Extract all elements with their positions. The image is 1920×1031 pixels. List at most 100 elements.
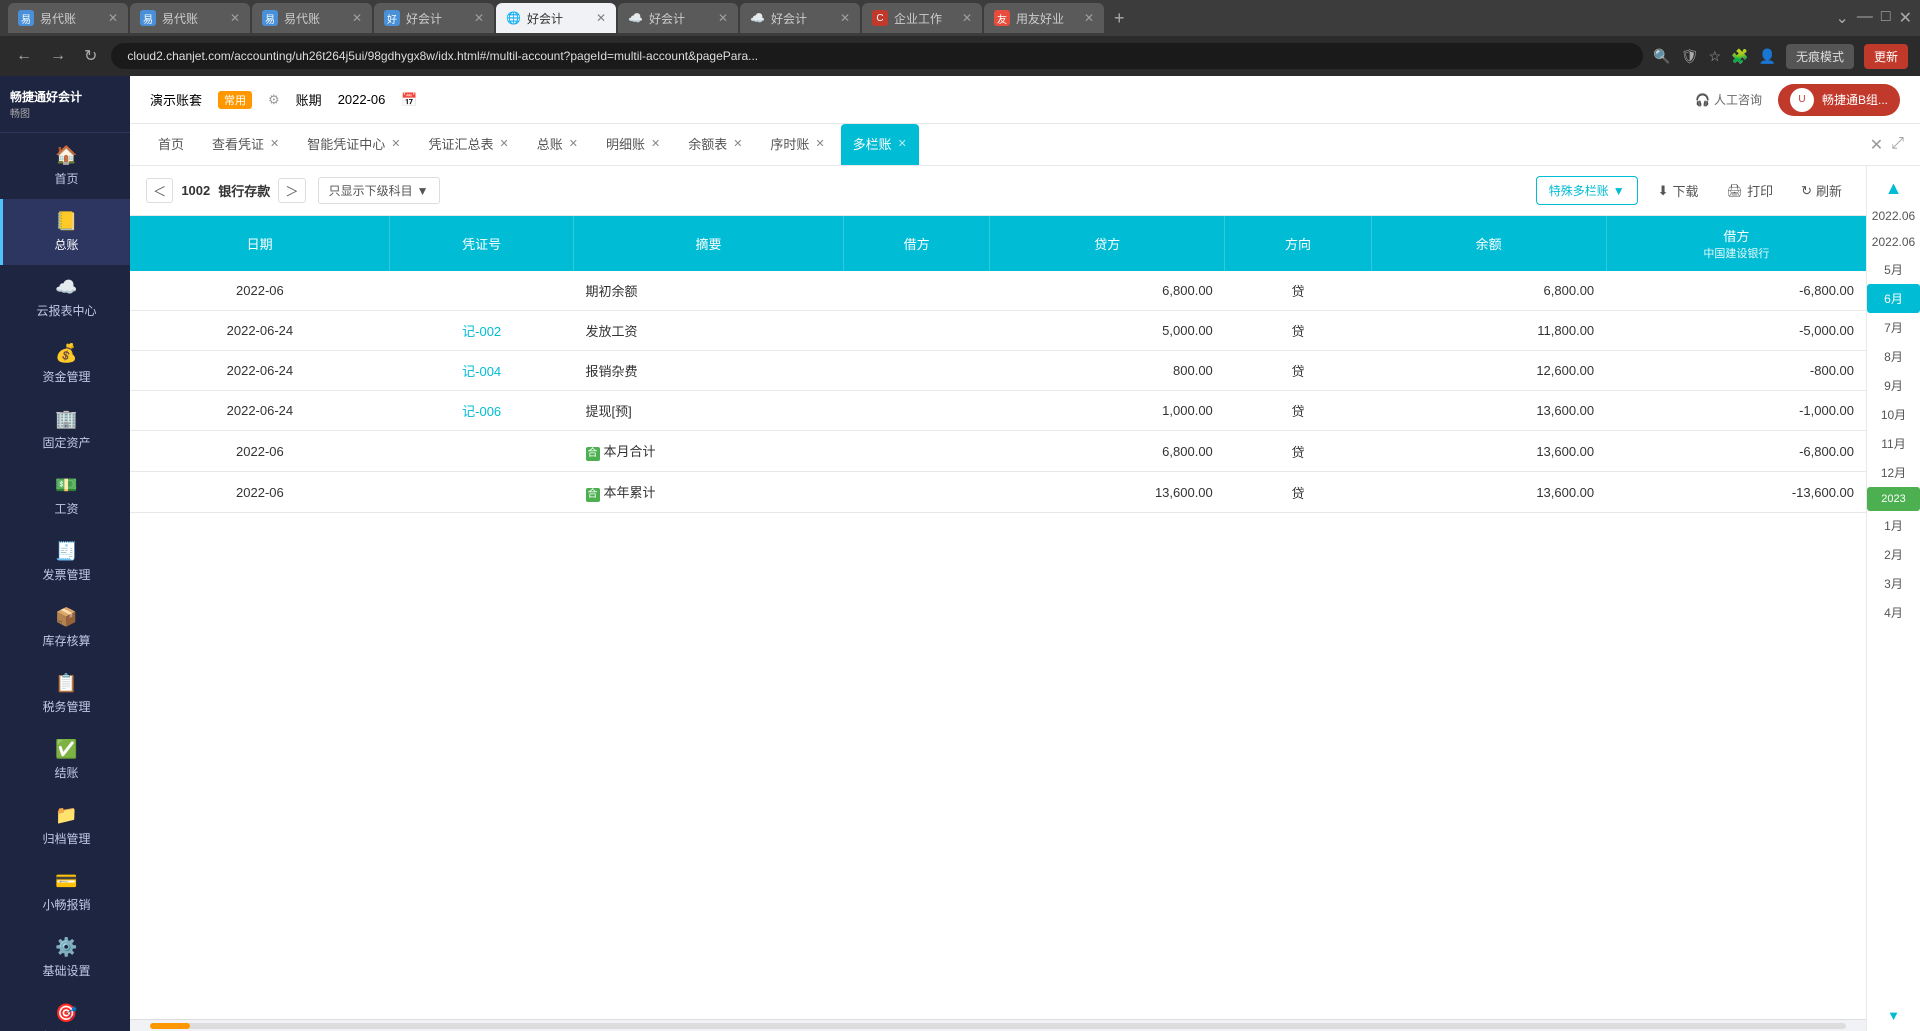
user-info[interactable]: U 畅捷通B组... bbox=[1778, 84, 1900, 116]
sidebar-item-salary[interactable]: 💵 工资 bbox=[0, 463, 130, 529]
address-input[interactable] bbox=[111, 43, 1643, 69]
tab-add-button[interactable]: + bbox=[1106, 8, 1133, 29]
timeline-month-7[interactable]: 7月 bbox=[1867, 313, 1920, 342]
timeline-item-2022-06-2[interactable]: 2022.06 bbox=[1867, 229, 1920, 255]
tab-balance-sheet-close[interactable]: ✕ bbox=[733, 137, 742, 150]
search-icon[interactable]: 🔍 bbox=[1653, 48, 1670, 65]
horizontal-scrollbar[interactable] bbox=[150, 1023, 1846, 1029]
download-button[interactable]: ⬇ 下载 bbox=[1650, 176, 1707, 205]
sidebar-item-home[interactable]: 🏠 首页 bbox=[0, 133, 130, 199]
tab-yidaizhang-1[interactable]: 易 易代账 ✕ bbox=[8, 3, 128, 33]
refresh-button[interactable]: ↻ bbox=[80, 42, 101, 70]
tab-haokuaiji-1[interactable]: 好 好会计 ✕ bbox=[374, 3, 494, 33]
tab-detail-ledger-close[interactable]: ✕ bbox=[651, 137, 660, 150]
timeline-month-10[interactable]: 10月 bbox=[1867, 400, 1920, 429]
timeline-month-2023-4[interactable]: 4月 bbox=[1867, 598, 1920, 627]
timeline-month-2023-2[interactable]: 2月 bbox=[1867, 540, 1920, 569]
prev-account-button[interactable]: ＜ bbox=[146, 178, 173, 203]
extensions-icon[interactable]: 🧩 bbox=[1731, 48, 1748, 65]
tab-voucher-summary[interactable]: 凭证汇总表 ✕ bbox=[416, 124, 520, 165]
tab-balance-sheet[interactable]: 余额表 ✕ bbox=[676, 124, 754, 165]
sidebar-item-fund[interactable]: 💰 资金管理 bbox=[0, 331, 130, 397]
maximize-icon[interactable]: □ bbox=[1881, 8, 1891, 28]
print-button[interactable]: 🖨 打印 bbox=[1719, 176, 1782, 205]
shield-icon[interactable]: 🛡 bbox=[1681, 48, 1699, 65]
tab-general-ledger-close[interactable]: ✕ bbox=[569, 137, 578, 150]
tab-close-7[interactable]: ✕ bbox=[840, 11, 850, 25]
close-tab-icon[interactable]: ✕ bbox=[1870, 135, 1883, 155]
sidebar-item-ledger[interactable]: 📒 总账 bbox=[0, 199, 130, 265]
tab-smart-voucher-close[interactable]: ✕ bbox=[391, 137, 400, 150]
tab-close-3[interactable]: ✕ bbox=[352, 11, 362, 25]
sidebar-item-cloud-report[interactable]: ☁️ 云报表中心 bbox=[0, 265, 130, 331]
expand-tab-icon[interactable]: ⤢ bbox=[1891, 135, 1904, 155]
timeline-month-6[interactable]: 6月 bbox=[1867, 284, 1920, 313]
forward-button[interactable]: → bbox=[46, 43, 70, 69]
consult-button[interactable]: 🎧 人工咨询 bbox=[1695, 91, 1762, 108]
show-sub-button[interactable]: 只显示下级科目 ▼ bbox=[318, 177, 440, 204]
timeline-month-2023-1[interactable]: 1月 bbox=[1867, 511, 1920, 540]
tab-haokuaiji-2[interactable]: 🌐 好会计 ✕ bbox=[496, 3, 616, 33]
tab-list-icon[interactable]: ⌄ bbox=[1836, 8, 1849, 28]
tab-close-4[interactable]: ✕ bbox=[474, 11, 484, 25]
tab-enterprise[interactable]: C 企业工作 ✕ bbox=[862, 3, 982, 33]
tab-close-2[interactable]: ✕ bbox=[230, 11, 240, 25]
tab-general-ledger[interactable]: 总账 ✕ bbox=[525, 124, 590, 165]
sidebar-item-guide[interactable]: 🎯 新手引导 bbox=[0, 991, 130, 1031]
timeline-scroll-up[interactable]: ▲ bbox=[1881, 174, 1907, 203]
refresh-ledger-button[interactable]: ↻ 刷新 bbox=[1793, 176, 1850, 205]
timeline-month-8[interactable]: 8月 bbox=[1867, 342, 1920, 371]
tab-haokuaiji-4[interactable]: ☁️ 好会计 ✕ bbox=[740, 3, 860, 33]
timeline-month-9[interactable]: 9月 bbox=[1867, 371, 1920, 400]
tab-close-5[interactable]: ✕ bbox=[596, 11, 606, 25]
tab-smart-voucher[interactable]: 智能凭证中心 ✕ bbox=[295, 124, 412, 165]
star-icon[interactable]: ☆ bbox=[1709, 48, 1722, 65]
back-button[interactable]: ← bbox=[12, 43, 36, 69]
timeline-month-11[interactable]: 11月 bbox=[1867, 429, 1920, 458]
tab-voucher-summary-close[interactable]: ✕ bbox=[500, 137, 509, 150]
tab-close-1[interactable]: ✕ bbox=[108, 11, 118, 25]
tab-multi-col-close[interactable]: ✕ bbox=[898, 137, 907, 150]
minimize-icon[interactable]: — bbox=[1857, 8, 1873, 28]
tab-multi-col[interactable]: 多栏账 ✕ bbox=[841, 124, 919, 165]
sidebar-item-settings[interactable]: ⚙️ 基础设置 bbox=[0, 925, 130, 991]
wuhen-button[interactable]: 无痕模式 bbox=[1786, 44, 1854, 69]
tab-yonyou[interactable]: 友 用友好业 ✕ bbox=[984, 3, 1104, 33]
calendar-icon[interactable]: 📅 bbox=[401, 92, 417, 108]
multi-col-button[interactable]: 特殊多栏账 ▼ bbox=[1536, 176, 1638, 205]
voucher-link[interactable]: 记-002 bbox=[462, 324, 501, 339]
sidebar-item-inventory[interactable]: 📦 库存核算 bbox=[0, 595, 130, 661]
profile-icon[interactable]: 👤 bbox=[1759, 48, 1776, 65]
tab-detail-ledger[interactable]: 明细账 ✕ bbox=[594, 124, 672, 165]
timeline-year-2023[interactable]: 2023 bbox=[1867, 487, 1920, 511]
timeline-item-2022-06-1[interactable]: 2022.06 bbox=[1867, 203, 1920, 229]
tab-yidaizhang-2[interactable]: 易 易代账 ✕ bbox=[130, 3, 250, 33]
tab-yidaizhang-3[interactable]: 易 易代账 ✕ bbox=[252, 3, 372, 33]
cell-voucher[interactable]: 记-002 bbox=[390, 311, 574, 351]
timeline-month-2023-3[interactable]: 3月 bbox=[1867, 569, 1920, 598]
sidebar-item-close-account[interactable]: ✅ 结账 bbox=[0, 727, 130, 793]
sidebar-item-fixed-assets[interactable]: 🏢 固定资产 bbox=[0, 397, 130, 463]
close-window-icon[interactable]: ✕ bbox=[1899, 8, 1912, 28]
tab-close-8[interactable]: ✕ bbox=[962, 11, 972, 25]
next-account-button[interactable]: ＞ bbox=[278, 178, 305, 203]
timeline-scroll-down[interactable]: ▼ bbox=[1887, 1008, 1900, 1023]
voucher-link[interactable]: 记-006 bbox=[462, 404, 501, 419]
sidebar-item-invoice[interactable]: 🧾 发票管理 bbox=[0, 529, 130, 595]
tab-home[interactable]: 首页 bbox=[146, 124, 196, 165]
cell-voucher[interactable]: 记-006 bbox=[390, 391, 574, 431]
tab-sequence-ledger-close[interactable]: ✕ bbox=[815, 137, 824, 150]
scrollbar-thumb[interactable] bbox=[150, 1023, 190, 1029]
tab-haokuaiji-3[interactable]: ☁️ 好会计 ✕ bbox=[618, 3, 738, 33]
sidebar-item-tax[interactable]: 📋 税务管理 bbox=[0, 661, 130, 727]
settings-gear-icon[interactable]: ⚙ bbox=[268, 92, 280, 108]
cell-voucher[interactable]: 记-004 bbox=[390, 351, 574, 391]
voucher-link[interactable]: 记-004 bbox=[462, 364, 501, 379]
update-button[interactable]: 更新 bbox=[1864, 44, 1908, 69]
timeline-month-12[interactable]: 12月 bbox=[1867, 458, 1920, 487]
timeline-month-5[interactable]: 5月 bbox=[1867, 255, 1920, 284]
sidebar-item-expense[interactable]: 💳 小畅报销 bbox=[0, 859, 130, 925]
tab-view-voucher-close[interactable]: ✕ bbox=[270, 137, 279, 150]
tab-close-9[interactable]: ✕ bbox=[1084, 11, 1094, 25]
tab-view-voucher[interactable]: 查看凭证 ✕ bbox=[200, 124, 291, 165]
